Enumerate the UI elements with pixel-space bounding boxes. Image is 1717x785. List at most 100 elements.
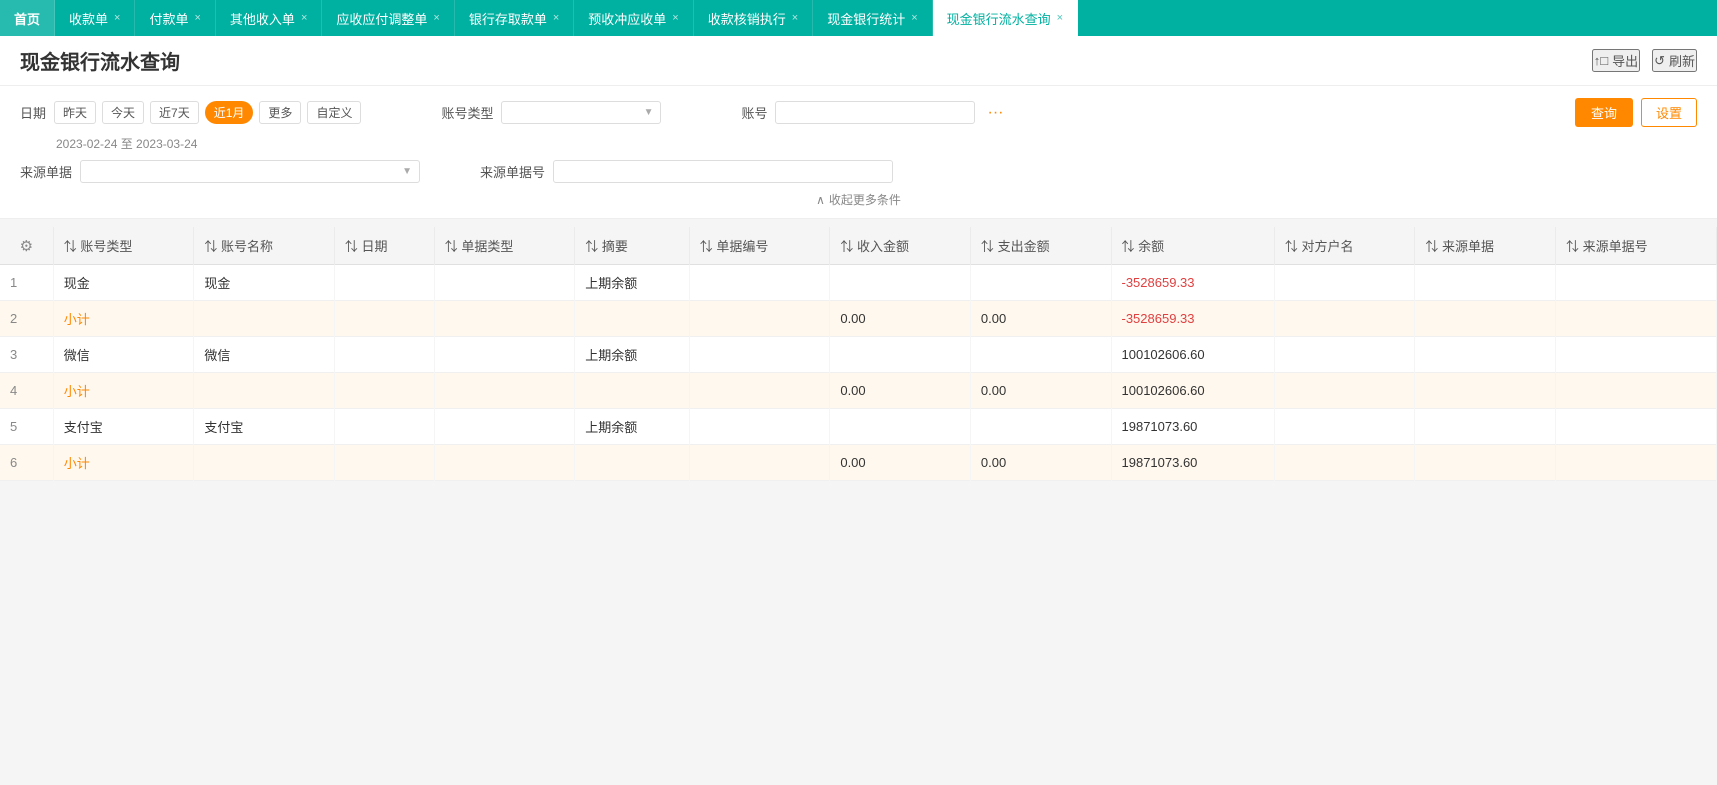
cell-summary bbox=[575, 445, 689, 481]
source-doc-select[interactable] bbox=[80, 160, 420, 183]
nav-other-income[interactable]: 其他收入单 × bbox=[216, 0, 322, 36]
cell-source-doc bbox=[1415, 445, 1556, 481]
account-input[interactable] bbox=[775, 101, 975, 124]
nav-receipt[interactable]: 收款单 × bbox=[55, 0, 135, 36]
date-range-display: 2023-02-24 至 2023-03-24 bbox=[56, 135, 1697, 152]
close-prepay-offset-icon[interactable]: × bbox=[672, 12, 678, 24]
cell-counterpart bbox=[1274, 445, 1415, 481]
filter-area: 日期 昨天 今天 近7天 近1月 更多 自定义 账号类型 账号 ··· bbox=[0, 86, 1717, 219]
cell-income: 0.00 bbox=[830, 301, 971, 337]
table-settings-icon[interactable]: ⚙ bbox=[20, 238, 33, 255]
date-filter: 日期 昨天 今天 近7天 近1月 更多 自定义 bbox=[20, 101, 361, 124]
cell-expense: 0.00 bbox=[970, 445, 1111, 481]
collapse-button[interactable]: ∧ 收起更多条件 bbox=[816, 191, 901, 208]
cell-date bbox=[334, 409, 434, 445]
date-label: 日期 bbox=[20, 103, 46, 122]
cell-row-num: 3 bbox=[0, 337, 53, 373]
cell-doc-no bbox=[689, 265, 830, 301]
account-more-icon[interactable]: ··· bbox=[987, 104, 1003, 122]
nav-home[interactable]: 首页 bbox=[0, 0, 55, 36]
date-custom[interactable]: 自定义 bbox=[307, 101, 361, 124]
col-account-name[interactable]: ⇅ 账号名称 bbox=[194, 227, 335, 265]
cell-doc-type bbox=[434, 301, 575, 337]
cell-account-name: 现金 bbox=[194, 265, 335, 301]
cell-source-doc bbox=[1415, 409, 1556, 445]
cell-account-type: 现金 bbox=[53, 265, 194, 301]
close-cash-flow-icon[interactable]: × bbox=[1057, 12, 1063, 24]
export-button[interactable]: ↑□ 导出 bbox=[1592, 49, 1640, 72]
date-1month[interactable]: 近1月 bbox=[205, 101, 254, 124]
source-doc-no-filter: 来源单据号 bbox=[480, 160, 893, 183]
cell-income: 0.00 bbox=[830, 445, 971, 481]
cell-source-doc bbox=[1415, 301, 1556, 337]
col-balance[interactable]: ⇅ 余额 bbox=[1111, 227, 1274, 265]
action-buttons: 查询 设置 bbox=[1575, 98, 1697, 127]
date-more[interactable]: 更多 bbox=[259, 101, 301, 124]
source-doc-no-label: 来源单据号 bbox=[480, 162, 545, 181]
col-expense[interactable]: ⇅ 支出金额 bbox=[970, 227, 1111, 265]
table-row: 3微信微信上期余额100102606.60 bbox=[0, 337, 1717, 373]
account-type-select[interactable] bbox=[501, 101, 661, 124]
close-cash-stat-icon[interactable]: × bbox=[911, 12, 917, 24]
cell-income bbox=[830, 265, 971, 301]
refresh-button[interactable]: ↺ 刷新 bbox=[1652, 49, 1697, 72]
cell-balance: 19871073.60 bbox=[1111, 409, 1274, 445]
col-account-type[interactable]: ⇅ 账号类型 bbox=[53, 227, 194, 265]
cell-date bbox=[334, 265, 434, 301]
export-icon: ↑□ bbox=[1594, 53, 1608, 68]
cell-account-type: 微信 bbox=[53, 337, 194, 373]
col-summary[interactable]: ⇅ 摘要 bbox=[575, 227, 689, 265]
close-payment-icon[interactable]: × bbox=[194, 12, 200, 24]
cell-row-num: 6 bbox=[0, 445, 53, 481]
col-source-doc[interactable]: ⇅ 来源单据 bbox=[1415, 227, 1556, 265]
cell-doc-no bbox=[689, 373, 830, 409]
settings-button[interactable]: 设置 bbox=[1641, 98, 1697, 127]
nav-receipt-verify[interactable]: 收款核销执行 × bbox=[694, 0, 813, 36]
cell-counterpart bbox=[1274, 301, 1415, 337]
close-receipt-verify-icon[interactable]: × bbox=[792, 12, 798, 24]
source-doc-no-input[interactable] bbox=[553, 160, 893, 183]
cell-counterpart bbox=[1274, 373, 1415, 409]
cell-balance: 100102606.60 bbox=[1111, 373, 1274, 409]
cell-account-type: 小计 bbox=[53, 301, 194, 337]
cell-balance: -3528659.33 bbox=[1111, 265, 1274, 301]
nav-cash-flow[interactable]: 现金银行流水查询 × bbox=[933, 0, 1078, 36]
col-settings: ⚙ bbox=[0, 227, 53, 265]
close-bank-deposit-icon[interactable]: × bbox=[553, 12, 559, 24]
header-actions: ↑□ 导出 ↺ 刷新 bbox=[1592, 49, 1697, 72]
cell-income: 0.00 bbox=[830, 373, 971, 409]
date-options: 昨天 今天 近7天 近1月 更多 自定义 bbox=[54, 101, 361, 124]
date-yesterday[interactable]: 昨天 bbox=[54, 101, 96, 124]
filter-row-2: 来源单据 来源单据号 bbox=[20, 160, 1697, 183]
nav-prepay-offset[interactable]: 预收冲应收单 × bbox=[574, 0, 693, 36]
col-source-doc-no[interactable]: ⇅ 来源单据号 bbox=[1555, 227, 1716, 265]
cell-row-num: 1 bbox=[0, 265, 53, 301]
cell-doc-type bbox=[434, 265, 575, 301]
cell-source-doc-no bbox=[1555, 445, 1716, 481]
col-doc-type[interactable]: ⇅ 单据类型 bbox=[434, 227, 575, 265]
nav-ar-ap-adjust[interactable]: 应收应付调整单 × bbox=[322, 0, 454, 36]
top-navigation: 首页 收款单 × 付款单 × 其他收入单 × 应收应付调整单 × 银行存取款单 … bbox=[0, 0, 1717, 36]
cell-balance: 100102606.60 bbox=[1111, 337, 1274, 373]
nav-bank-deposit[interactable]: 银行存取款单 × bbox=[455, 0, 574, 36]
cell-source-doc-no bbox=[1555, 337, 1716, 373]
col-date[interactable]: ⇅ 日期 bbox=[334, 227, 434, 265]
col-counterpart[interactable]: ⇅ 对方户名 bbox=[1274, 227, 1415, 265]
cell-doc-type bbox=[434, 445, 575, 481]
cell-account-type: 小计 bbox=[53, 373, 194, 409]
query-button[interactable]: 查询 bbox=[1575, 98, 1633, 127]
close-ar-ap-icon[interactable]: × bbox=[433, 12, 439, 24]
cell-date bbox=[334, 301, 434, 337]
source-doc-filter: 来源单据 bbox=[20, 160, 420, 183]
refresh-icon: ↺ bbox=[1654, 53, 1665, 69]
cell-date bbox=[334, 445, 434, 481]
close-receipt-icon[interactable]: × bbox=[114, 12, 120, 24]
close-other-income-icon[interactable]: × bbox=[301, 12, 307, 24]
cell-doc-type bbox=[434, 373, 575, 409]
col-income[interactable]: ⇅ 收入金额 bbox=[830, 227, 971, 265]
date-today[interactable]: 今天 bbox=[102, 101, 144, 124]
date-7days[interactable]: 近7天 bbox=[150, 101, 199, 124]
col-doc-no[interactable]: ⇅ 单据编号 bbox=[689, 227, 830, 265]
nav-cash-stat[interactable]: 现金银行统计 × bbox=[813, 0, 932, 36]
nav-payment[interactable]: 付款单 × bbox=[135, 0, 215, 36]
